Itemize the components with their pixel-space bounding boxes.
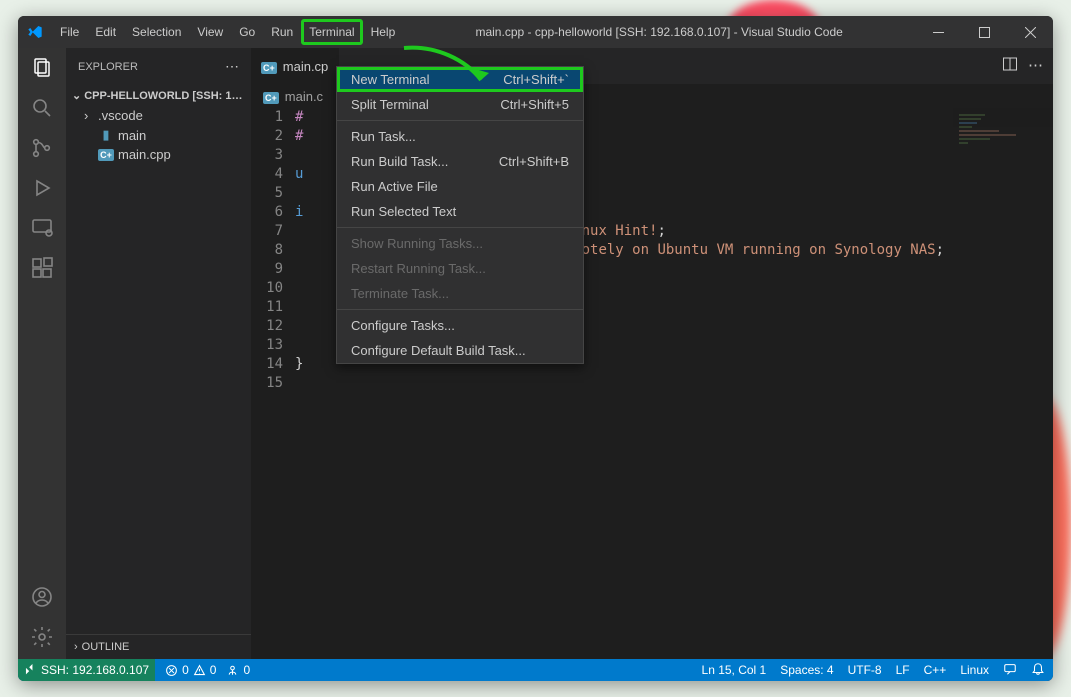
source-control-icon[interactable] — [30, 136, 54, 160]
maximize-button[interactable] — [961, 16, 1007, 48]
split-editor-icon[interactable] — [1002, 56, 1018, 77]
remote-indicator[interactable]: SSH: 192.168.0.107 — [18, 659, 155, 681]
menu-item-run-active-file[interactable]: Run Active File — [337, 174, 583, 199]
ports-indicator[interactable]: 0 — [226, 663, 250, 677]
feedback-icon[interactable] — [1003, 662, 1017, 679]
settings-gear-icon[interactable] — [30, 625, 54, 649]
chevron-right-icon: › — [84, 108, 94, 123]
menu-go[interactable]: Go — [231, 19, 263, 45]
menu-item-restart-running-task: Restart Running Task... — [337, 256, 583, 281]
activity-bar — [18, 48, 66, 659]
close-button[interactable] — [1007, 16, 1053, 48]
terminal-menu-dropdown: New TerminalCtrl+Shift+`Split TerminalCt… — [336, 66, 584, 364]
chevron-right-icon: › — [74, 641, 78, 653]
menubar: File Edit Selection View Go Run Terminal… — [52, 19, 403, 45]
cpp-file-icon: C+ — [261, 59, 277, 74]
problems-indicator[interactable]: 0 0 — [165, 663, 216, 677]
outline-section[interactable]: › OUTLINE — [66, 634, 251, 659]
encoding[interactable]: UTF-8 — [848, 663, 882, 677]
extensions-icon[interactable] — [30, 256, 54, 280]
menu-item-terminate-task: Terminate Task... — [337, 281, 583, 306]
os-indicator[interactable]: Linux — [960, 663, 989, 677]
chevron-down-icon: ⌄ — [72, 89, 81, 102]
explorer-icon[interactable] — [30, 56, 54, 80]
run-debug-icon[interactable] — [30, 176, 54, 200]
menu-view[interactable]: View — [189, 19, 231, 45]
vscode-window: File Edit Selection View Go Run Terminal… — [18, 16, 1053, 681]
tree-file[interactable]: ▮ main — [78, 125, 251, 145]
menu-item-run-task[interactable]: Run Task... — [337, 124, 583, 149]
explorer-sidebar: EXPLORER ⋯ ⌄ CPP-HELLOWORLD [SSH: 1… › .… — [66, 48, 251, 659]
titlebar: File Edit Selection View Go Run Terminal… — [18, 16, 1053, 48]
cpp-file-icon: C+ — [263, 89, 279, 104]
menu-item-configure-tasks[interactable]: Configure Tasks... — [337, 313, 583, 338]
indentation[interactable]: Spaces: 4 — [780, 663, 833, 677]
menu-edit[interactable]: Edit — [87, 19, 124, 45]
menu-file[interactable]: File — [52, 19, 87, 45]
explorer-title: EXPLORER — [78, 61, 138, 73]
more-actions-icon[interactable]: ⋯ — [1028, 56, 1043, 77]
menu-selection[interactable]: Selection — [124, 19, 189, 45]
remote-explorer-icon[interactable] — [30, 216, 54, 240]
menu-help[interactable]: Help — [363, 19, 404, 45]
line-gutter: 123456789101112131415 — [251, 108, 295, 659]
explorer-more-icon[interactable]: ⋯ — [225, 58, 239, 75]
menu-terminal[interactable]: Terminal — [301, 19, 362, 45]
project-name: CPP-HELLOWORLD [SSH: 1… — [84, 90, 242, 102]
editor-tab[interactable]: C+ main.cp — [251, 48, 339, 84]
menu-item-run-build-task[interactable]: Run Build Task...Ctrl+Shift+B — [337, 149, 583, 174]
cpp-file-icon: C+ — [98, 149, 114, 161]
language-mode[interactable]: C++ — [924, 663, 947, 677]
tree-folder[interactable]: › .vscode — [78, 106, 251, 125]
status-bar: SSH: 192.168.0.107 0 0 0 Ln 15, Col 1 Sp… — [18, 659, 1053, 681]
menu-item-show-running-tasks: Show Running Tasks... — [337, 231, 583, 256]
tree-file[interactable]: C+ main.cpp — [78, 145, 251, 164]
minimize-button[interactable] — [915, 16, 961, 48]
notifications-bell-icon[interactable] — [1031, 662, 1045, 679]
menu-item-configure-default-build-task[interactable]: Configure Default Build Task... — [337, 338, 583, 363]
menu-item-new-terminal[interactable]: New TerminalCtrl+Shift+` — [337, 67, 583, 92]
cursor-position[interactable]: Ln 15, Col 1 — [702, 663, 767, 677]
window-title: main.cpp - cpp-helloworld [SSH: 192.168.… — [403, 25, 915, 39]
vscode-logo-icon — [18, 24, 52, 40]
account-icon[interactable] — [30, 585, 54, 609]
binary-file-icon: ▮ — [98, 127, 114, 143]
search-icon[interactable] — [30, 96, 54, 120]
minimap[interactable] — [953, 108, 1053, 208]
menu-item-split-terminal[interactable]: Split TerminalCtrl+Shift+5 — [337, 92, 583, 117]
project-header[interactable]: ⌄ CPP-HELLOWORLD [SSH: 1… — [66, 85, 251, 106]
menu-item-run-selected-text[interactable]: Run Selected Text — [337, 199, 583, 224]
eol[interactable]: LF — [896, 663, 910, 677]
menu-run[interactable]: Run — [263, 19, 301, 45]
